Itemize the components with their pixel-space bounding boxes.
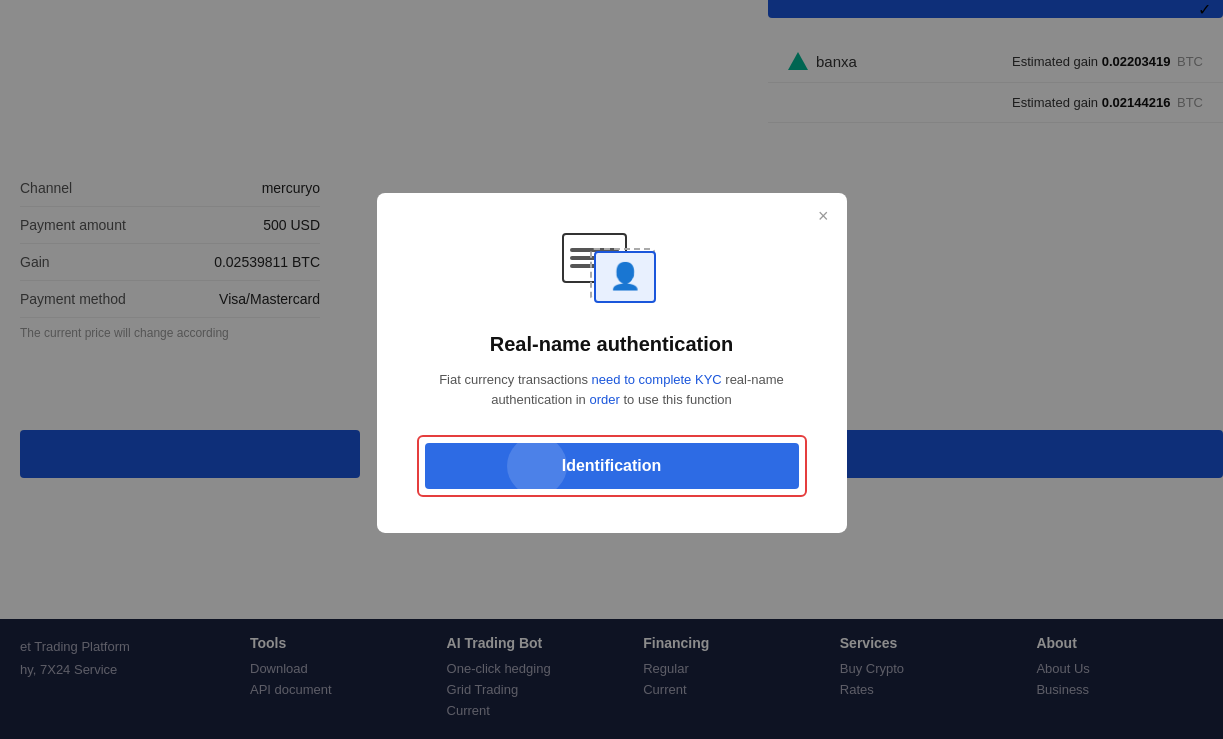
modal-description: Fiat currency transactions need to compl… (417, 369, 807, 411)
modal-dialog: × 👤 Real-name authentication Fiat curren… (377, 192, 847, 533)
identification-button[interactable]: Identification (425, 443, 799, 489)
modal-title: Real-name authentication (490, 332, 733, 355)
modal-desc-highlight2: order (589, 392, 619, 407)
modal-icon-area: 👤 (562, 232, 662, 312)
modal-desc-part1: Fiat currency transactions (439, 371, 591, 386)
background-page: ✓ banxa Estimated gain 0.02203419 BTC Es… (0, 0, 1223, 739)
modal-desc-highlight1: need to complete KYC (592, 371, 722, 386)
id-card-front-icon: 👤 (594, 250, 656, 302)
identification-button-wrapper: Identification (417, 435, 807, 497)
person-icon: 👤 (609, 261, 641, 292)
modal-desc-part3: to use this function (620, 392, 732, 407)
modal-close-button[interactable]: × (818, 206, 829, 224)
